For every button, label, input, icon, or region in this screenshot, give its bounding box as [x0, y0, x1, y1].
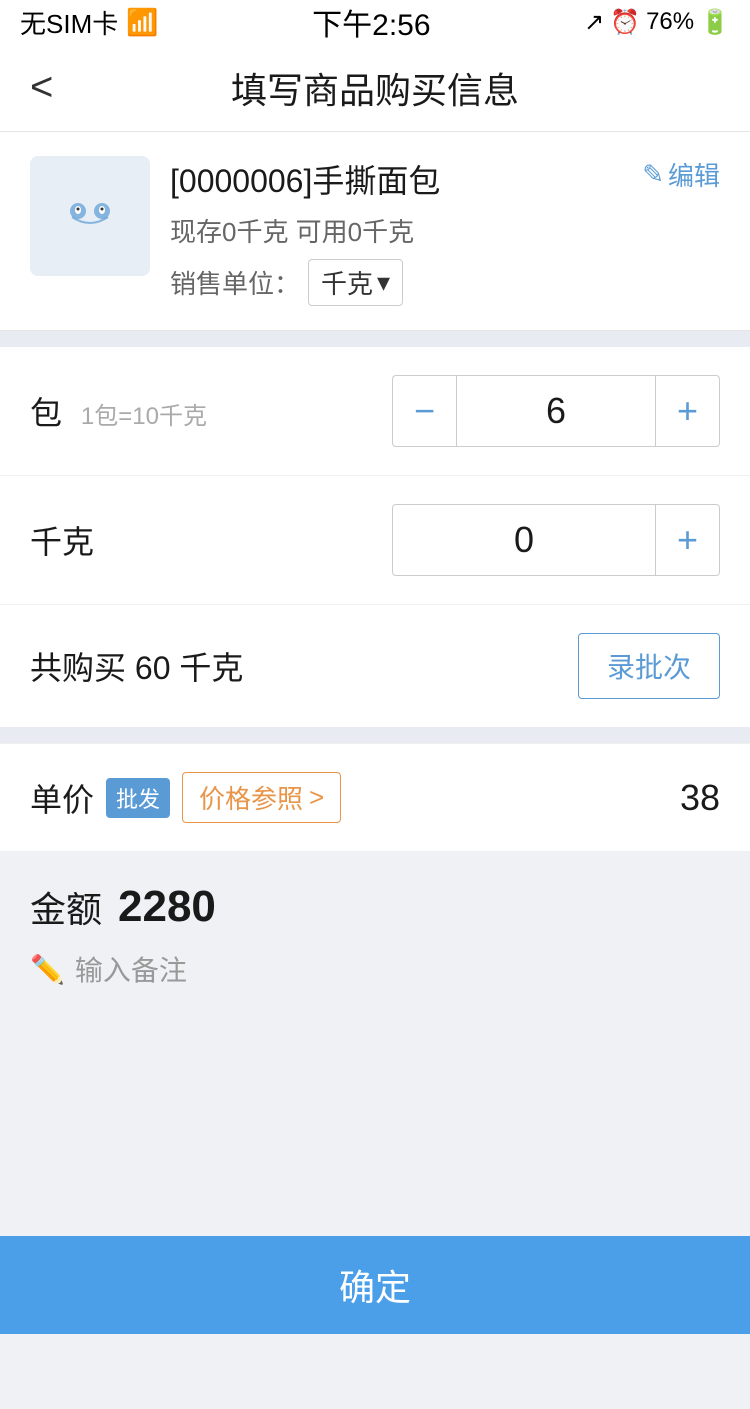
amount-value: 2280 [118, 882, 216, 932]
separator-2 [0, 727, 750, 743]
product-unit: 销售单位： 千克 ▾ [170, 259, 720, 306]
battery-label: 76% [646, 8, 694, 36]
record-batch-button[interactable]: 录批次 [578, 633, 720, 699]
nav-bar: < 填写商品购买信息 [0, 44, 750, 132]
unit-label: 销售单位： [170, 264, 300, 301]
page-title: 填写商品购买信息 [231, 62, 519, 114]
kg-quantity-control: + [392, 504, 720, 576]
price-value: 38 [680, 777, 720, 819]
status-time: 下午2:56 [312, 0, 430, 44]
amount-label: 金额 [30, 881, 102, 933]
price-label: 单价 批发 价格参照 > [30, 772, 341, 823]
status-right: ↗ ⏰ 76% 🔋 [584, 8, 730, 37]
carrier-label: 无SIM卡 [20, 4, 118, 41]
package-quantity-control: − + [392, 375, 720, 447]
kg-label: 千克 [30, 517, 392, 563]
kg-row: 千克 + [0, 476, 750, 605]
product-card: [0000006]手撕面包 现存0千克 可用0千克 销售单位： 千克 ▾ ✎ 编… [0, 132, 750, 331]
location-icon: ↗ [584, 8, 604, 37]
package-minus-button[interactable]: − [392, 375, 456, 447]
product-info: [0000006]手撕面包 现存0千克 可用0千克 销售单位： 千克 ▾ [170, 156, 720, 306]
separator-1 [0, 331, 750, 347]
package-hint: 1包=10千克 [81, 403, 207, 430]
total-amount: 60 [135, 650, 171, 686]
battery-icon: 🔋 [700, 8, 730, 37]
price-tag: 批发 [106, 778, 170, 818]
price-row: 单价 批发 价格参照 > 38 [30, 772, 720, 823]
price-ref-button[interactable]: 价格参照 > [182, 772, 341, 823]
price-section: 单价 批发 价格参照 > 38 [0, 743, 750, 851]
status-bar: 无SIM卡 📶 下午2:56 ↗ ⏰ 76% 🔋 [0, 0, 750, 44]
confirm-button[interactable]: 确定 [0, 1236, 750, 1334]
package-label: 包 1包=10千克 [30, 388, 392, 434]
remark-placeholder: 输入备注 [75, 949, 187, 989]
alarm-icon: ⏰ [610, 8, 640, 37]
amount-row: 金额 2280 [30, 881, 720, 933]
total-text: 共购买 60 千克 [30, 643, 243, 689]
kg-plus-button[interactable]: + [656, 504, 720, 576]
price-ref-arrow: > [309, 782, 324, 813]
empty-area [0, 1009, 750, 1409]
remark-icon: ✏️ [30, 953, 65, 986]
status-left: 无SIM卡 📶 [20, 4, 159, 41]
input-section: 包 1包=10千克 − + 千克 + [0, 347, 750, 605]
product-stock: 现存0千克 可用0千克 [170, 212, 720, 249]
wifi-icon: 📶 [126, 7, 158, 38]
amount-section: 金额 2280 ✏️ 输入备注 [0, 851, 750, 1009]
package-plus-button[interactable]: + [656, 375, 720, 447]
back-button[interactable]: < [20, 55, 63, 120]
package-input[interactable] [456, 375, 656, 447]
package-row: 包 1包=10千克 − + [0, 347, 750, 476]
total-row: 共购买 60 千克 录批次 [0, 605, 750, 727]
edit-button[interactable]: ✎ 编辑 [642, 156, 720, 193]
product-thumbnail [30, 156, 150, 276]
total-unit: 千克 [179, 650, 243, 686]
remark-row[interactable]: ✏️ 输入备注 [30, 949, 720, 989]
kg-input[interactable] [392, 504, 656, 576]
unit-selector[interactable]: 千克 ▾ [308, 259, 403, 306]
product-name: [0000006]手撕面包 [170, 156, 720, 202]
